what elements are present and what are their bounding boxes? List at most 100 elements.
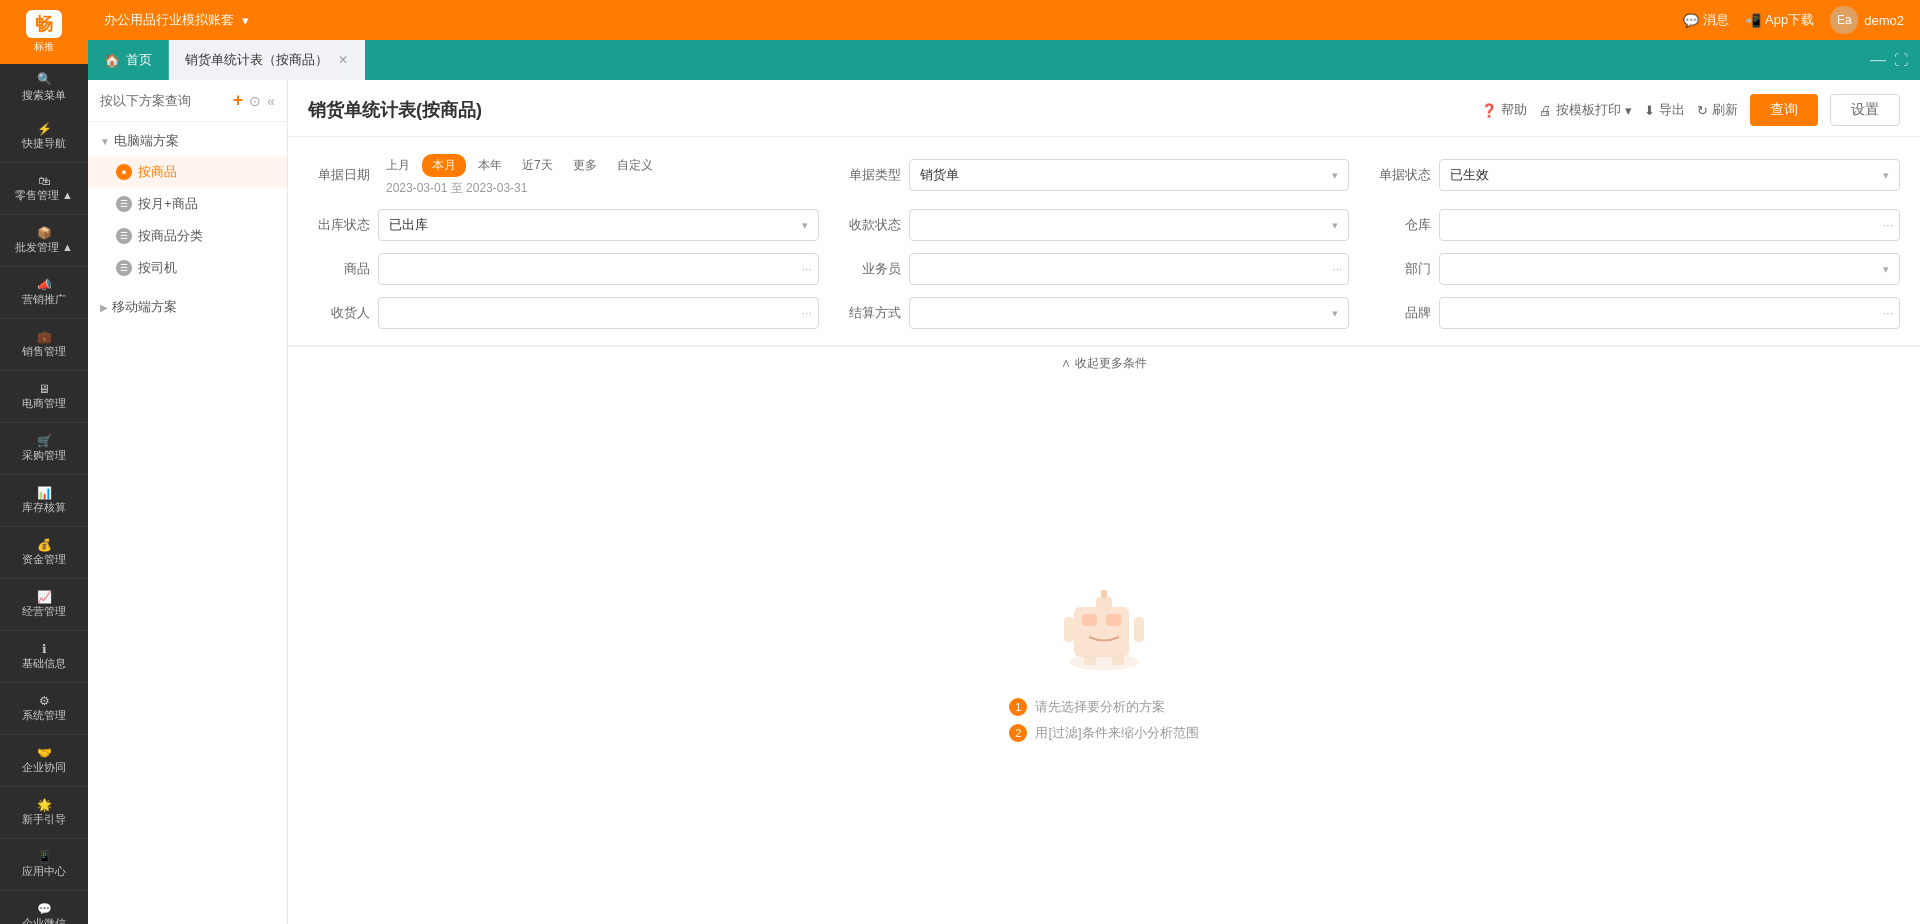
add-scheme-btn[interactable]: + (233, 90, 244, 111)
sidebar-item-purchase[interactable]: 🛒 采购管理 (0, 423, 88, 475)
doc-type-select[interactable]: 销货单 ▾ (909, 159, 1350, 191)
empty-illustration (1044, 562, 1164, 682)
sales-label: 销售管理 (22, 344, 66, 359)
app-icon: 📱 (37, 850, 52, 864)
date-btn-7days[interactable]: 近7天 (514, 153, 561, 178)
product-cell: 商品 ··· (308, 253, 839, 285)
warehouse-dots-icon[interactable]: ··· (1883, 218, 1893, 232)
date-btn-custom[interactable]: 自定义 (609, 153, 661, 178)
sidebar-item-guide[interactable]: 🌟 新手引导 (0, 787, 88, 839)
left-panel-header: 按以下方案查询 + ⊙ « (88, 80, 287, 122)
brand-cell: 品牌 ··· (1369, 297, 1900, 329)
desktop-group-header[interactable]: ▼ 电脑端方案 (88, 126, 287, 156)
dept-select[interactable]: ▾ (1439, 253, 1900, 285)
dept-arrow-icon: ▾ (1883, 263, 1889, 276)
date-btn-last-month[interactable]: 上月 (378, 153, 418, 178)
product-select[interactable]: ··· (378, 253, 819, 285)
collapse-bar[interactable]: ∧ 收起更多条件 (288, 346, 1920, 380)
guide-label: 新手引导 (22, 812, 66, 827)
sidebar-item-ecommerce[interactable]: 🖥 电商管理 (0, 371, 88, 423)
salesperson-dots-icon[interactable]: ··· (1332, 262, 1342, 276)
query-button[interactable]: 查询 (1750, 94, 1818, 126)
maximize-icon[interactable]: ⛶ (1894, 52, 1908, 68)
settings-button[interactable]: 设置 (1830, 94, 1900, 126)
purchase-label: 采购管理 (22, 448, 66, 463)
salesperson-label: 业务员 (839, 260, 909, 278)
refresh-label: 刷新 (1712, 101, 1738, 119)
settings-scheme-btn[interactable]: ⊙ (249, 93, 261, 109)
svg-rect-4 (1096, 597, 1112, 609)
doc-status-select[interactable]: 已生效 ▾ (1439, 159, 1900, 191)
payment-select[interactable]: ▾ (909, 297, 1350, 329)
scheme-by-product[interactable]: ● 按商品 (88, 156, 287, 188)
refresh-btn[interactable]: ↻ 刷新 (1697, 101, 1738, 119)
sidebar-item-finance[interactable]: 💰 资金管理 (0, 527, 88, 579)
sidebar-item-retail[interactable]: 🛍 零售管理 ▲ (0, 163, 88, 215)
export-label: 导出 (1659, 101, 1685, 119)
warehouse-select[interactable]: ··· (1439, 209, 1900, 241)
tab-close-icon[interactable]: ✕ (338, 53, 348, 67)
doc-type-value: 销货单 (920, 166, 959, 184)
minimize-icon[interactable]: — (1870, 51, 1886, 69)
sidebar-item-basic[interactable]: ℹ 基础信息 (0, 631, 88, 683)
sidebar-item-inventory[interactable]: 📊 库存核算 (0, 475, 88, 527)
tab-sales-stats[interactable]: 销货单统计表（按商品） ✕ (169, 40, 365, 80)
print-btn[interactable]: 🖨 按模板打印 ▾ (1539, 101, 1632, 119)
brand-select[interactable]: ··· (1439, 297, 1900, 329)
scheme-by-month-product[interactable]: ☰ 按月+商品 (88, 188, 287, 220)
driver-icon: ☰ (116, 260, 132, 276)
receipt-status-select[interactable]: ▾ (909, 209, 1350, 241)
system-label: 系统管理 (22, 708, 66, 723)
inventory-label: 库存核算 (22, 500, 66, 515)
receiver-label: 收货人 (308, 304, 378, 322)
app-download-btn[interactable]: 📲 App下载 (1745, 11, 1814, 29)
payment-label: 结算方式 (839, 304, 909, 322)
out-status-cell: 出库状态 已出库 ▾ (308, 209, 839, 241)
salesperson-select[interactable]: ··· (909, 253, 1350, 285)
sidebar-item-enterprise[interactable]: 🤝 企业协同 (0, 735, 88, 787)
receiver-dots-icon[interactable]: ··· (802, 306, 812, 320)
doc-status-value: 已生效 (1450, 166, 1489, 184)
nav-label: 快捷导航 (22, 136, 66, 151)
app-logo: 畅 标推 (0, 0, 88, 64)
tab-home[interactable]: 🏠 首页 (88, 40, 169, 80)
scheme-by-driver[interactable]: ☰ 按司机 (88, 252, 287, 284)
scheme-by-category[interactable]: ☰ 按商品分类 (88, 220, 287, 252)
receiver-select[interactable]: ··· (378, 297, 819, 329)
out-status-select[interactable]: 已出库 ▾ (378, 209, 819, 241)
retail-icon: 🛍 (38, 174, 50, 188)
warehouse-label: 仓库 (1369, 216, 1439, 234)
date-btn-this-month[interactable]: 本月 (422, 154, 466, 177)
sidebar-item-nav[interactable]: ⚡ 快捷导航 (0, 111, 88, 163)
export-btn[interactable]: ⬇ 导出 (1644, 101, 1685, 119)
search-menu[interactable]: 🔍 搜索菜单 (0, 64, 88, 111)
user-btn[interactable]: Ea demo2 (1830, 6, 1904, 34)
doc-type-cell: 单据类型 销货单 ▾ (839, 159, 1370, 191)
sidebar-item-sales[interactable]: 💼 销售管理 (0, 319, 88, 371)
dept-cell: 部门 ▾ (1369, 253, 1900, 285)
sidebar-item-wechat[interactable]: 💬 企业微信 (0, 891, 88, 924)
tab-home-label: 首页 (126, 51, 152, 69)
help-btn[interactable]: ❓ 帮助 (1481, 101, 1527, 119)
sidebar-item-wholesale[interactable]: 📦 批发管理 ▲ (0, 215, 88, 267)
sidebar-item-operation[interactable]: 📈 经营管理 (0, 579, 88, 631)
sidebar-item-system[interactable]: ⚙ 系统管理 (0, 683, 88, 735)
left-panel-actions: + ⊙ « (233, 90, 275, 111)
message-label: 消息 (1703, 11, 1729, 29)
sidebar-item-app[interactable]: 📱 应用中心 (0, 839, 88, 891)
date-btn-this-year[interactable]: 本年 (470, 153, 510, 178)
payment-arrow-icon: ▾ (1332, 307, 1338, 320)
brand-dots-icon[interactable]: ··· (1883, 306, 1893, 320)
date-btn-more[interactable]: 更多 (565, 153, 605, 178)
sales-icon: 💼 (37, 330, 52, 344)
sidebar-item-marketing[interactable]: 📣 营销推广 (0, 267, 88, 319)
product-dots-icon[interactable]: ··· (802, 262, 812, 276)
collapse-panel-btn[interactable]: « (267, 93, 275, 109)
message-btn[interactable]: 💬 消息 (1683, 11, 1729, 29)
receipt-status-arrow-icon: ▾ (1332, 219, 1338, 232)
left-panel: 按以下方案查询 + ⊙ « ▼ 电脑端方案 ● 按商品 ☰ (88, 80, 288, 924)
doc-type-label: 单据类型 (839, 166, 909, 184)
dropdown-icon[interactable]: ▾ (242, 13, 249, 28)
mobile-group-header[interactable]: ▶ 移动端方案 (88, 292, 287, 322)
window-controls: — ⛶ (1858, 40, 1920, 80)
